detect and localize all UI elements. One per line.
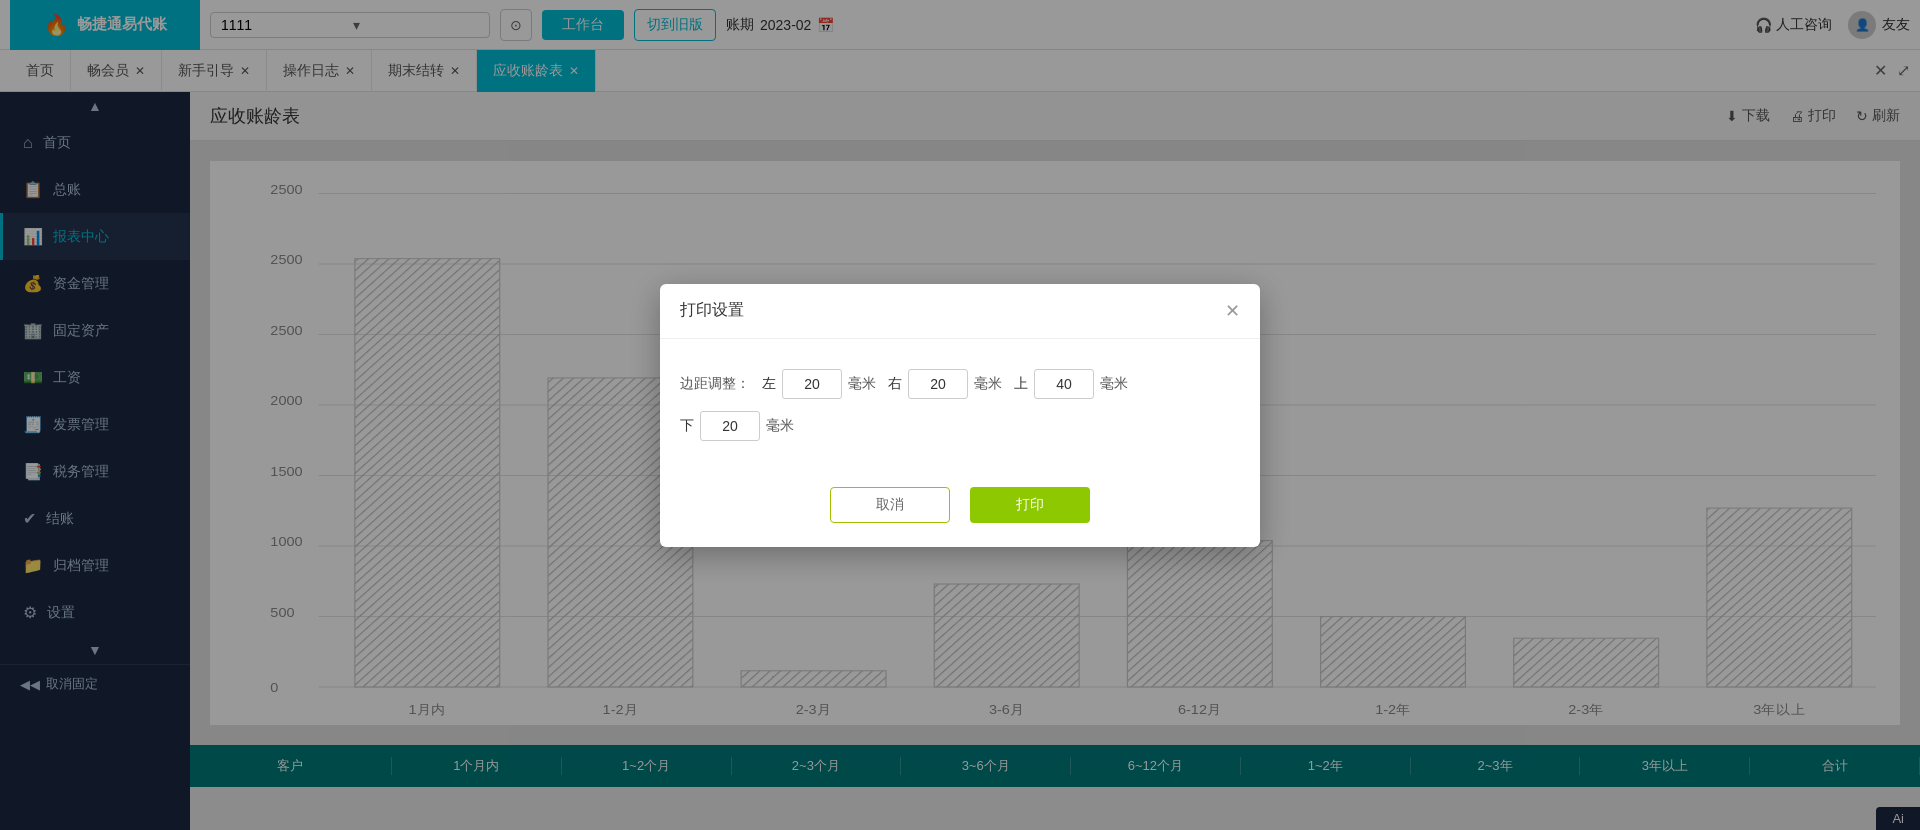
modal-close-button[interactable]: ✕ <box>1225 300 1240 322</box>
modal-title: 打印设置 <box>680 300 744 321</box>
right-margin-input[interactable] <box>908 369 968 399</box>
right-direction-label: 右 <box>888 375 902 393</box>
print-confirm-button[interactable]: 打印 <box>970 487 1090 523</box>
modal-header: 打印设置 ✕ <box>660 284 1260 339</box>
print-settings-modal: 打印设置 ✕ 边距调整： 左 毫米 右 毫米 上 毫米 <box>660 284 1260 547</box>
right-unit-label: 毫米 <box>974 375 1002 393</box>
modal-overlay: 打印设置 ✕ 边距调整： 左 毫米 右 毫米 上 毫米 <box>0 0 1920 830</box>
top-direction-label: 上 <box>1014 375 1028 393</box>
margin-label: 边距调整： <box>680 375 750 393</box>
bottom-unit-label: 毫米 <box>766 417 794 435</box>
top-unit-label: 毫米 <box>1100 375 1128 393</box>
bottom-margin-input[interactable] <box>700 411 760 441</box>
left-direction-label: 左 <box>762 375 776 393</box>
margin-row: 边距调整： 左 毫米 右 毫米 上 毫米 下 <box>680 369 1240 441</box>
bottom-direction-label: 下 <box>680 417 694 435</box>
top-margin-input[interactable] <box>1034 369 1094 399</box>
margin-top-group: 上 毫米 <box>1014 369 1128 399</box>
margin-bottom-group: 下 毫米 <box>680 411 794 441</box>
left-unit-label: 毫米 <box>848 375 876 393</box>
cancel-button[interactable]: 取消 <box>830 487 950 523</box>
margin-right-group: 右 毫米 <box>888 369 1002 399</box>
modal-body: 边距调整： 左 毫米 右 毫米 上 毫米 下 <box>660 339 1260 471</box>
left-margin-input[interactable] <box>782 369 842 399</box>
margin-left-group: 左 毫米 <box>762 369 876 399</box>
modal-footer: 取消 打印 <box>660 471 1260 547</box>
